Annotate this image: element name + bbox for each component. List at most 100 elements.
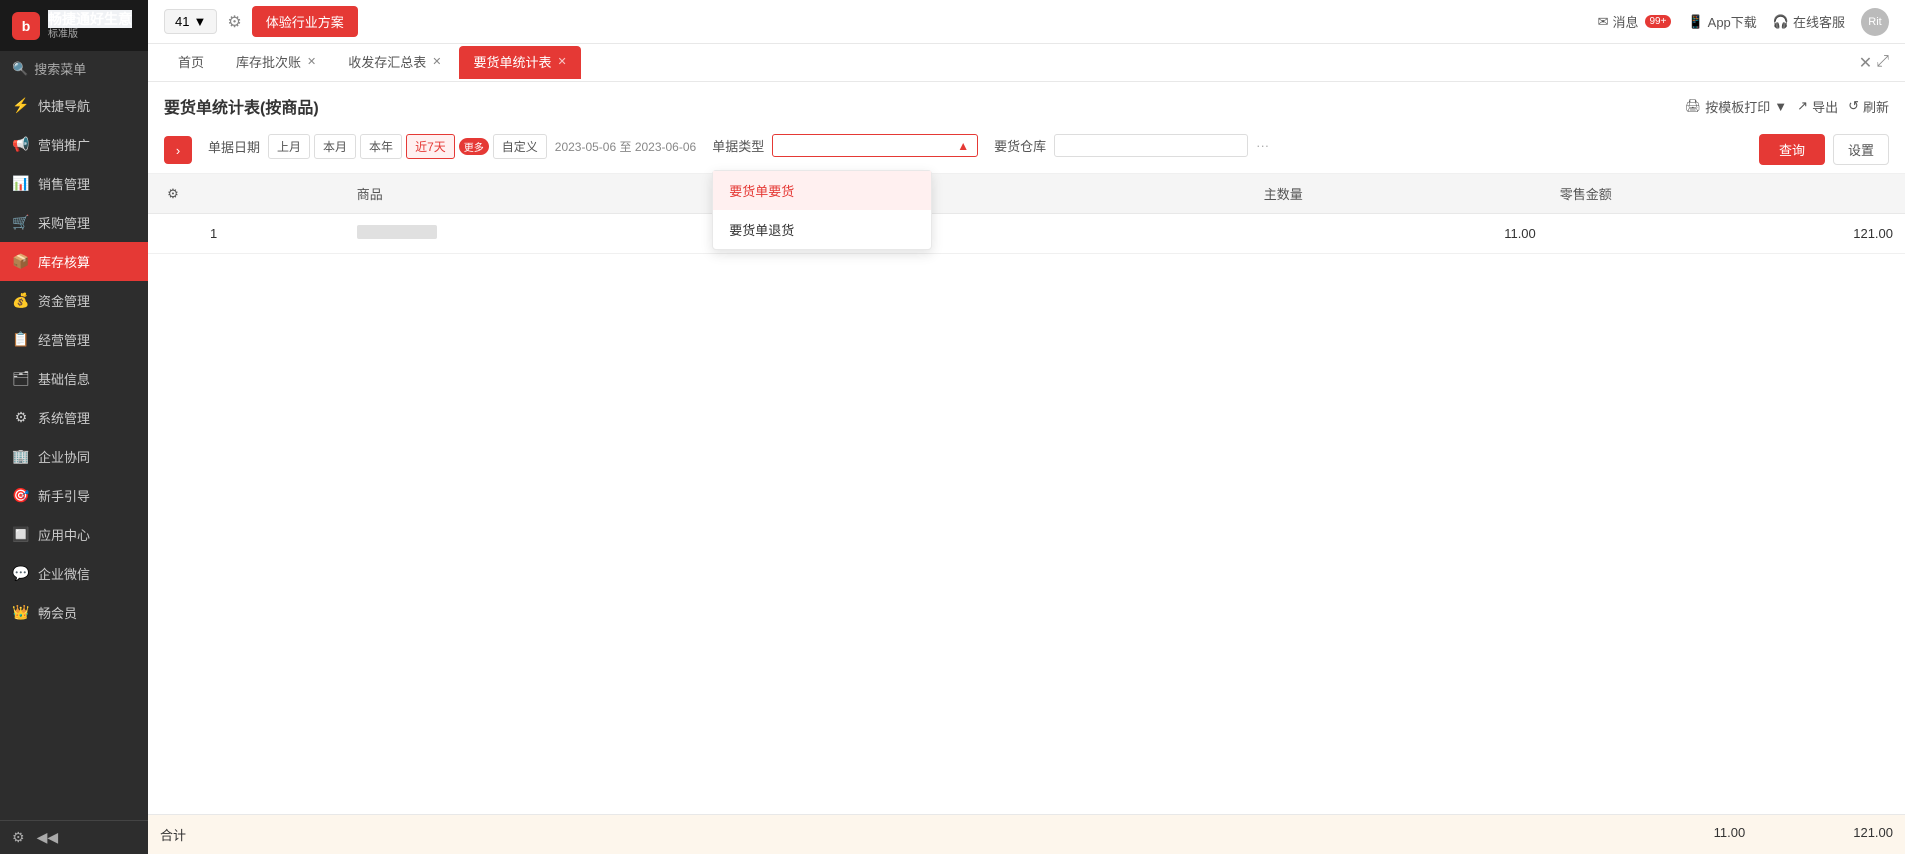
sidebar-item-weixin[interactable]: 💬 企业微信 — [0, 554, 148, 593]
dropdown-item-return[interactable]: 要货单退货 — [713, 210, 931, 249]
type-select-wrap[interactable]: ▲ — [772, 134, 978, 157]
footer-quantity: 11.00 — [1714, 825, 1746, 844]
page-header: 要货单统计表(按商品) 🖨 按模板打印 ▼ ↗ 导出 ↺ 刷新 — [148, 82, 1905, 126]
sidebar-item-member[interactable]: 👑 畅会员 — [0, 593, 148, 632]
warehouse-input-wrap[interactable] — [1054, 134, 1248, 157]
purchase-icon: 🛒 — [12, 214, 30, 231]
sidebar-item-purchase[interactable]: 🛒 采购管理 — [0, 203, 148, 242]
sidebar-item-apps[interactable]: 🔲 应用中心 — [0, 515, 148, 554]
print-chevron-icon: ▼ — [1774, 99, 1787, 114]
chevron-up-icon[interactable]: ▲ — [957, 139, 969, 153]
sidebar-item-shortcut[interactable]: ⚡ 快捷导航 — [0, 86, 148, 125]
query-button[interactable]: 查询 — [1759, 134, 1825, 165]
store-selector[interactable]: 41 ▼ — [164, 9, 217, 34]
basic-icon: 🗂 — [12, 370, 30, 387]
date-filter-group: 单据日期 上月 本月 本年 近7天 更多 自定义 2023-05-06 至 20… — [208, 134, 696, 159]
row-amount-cell: 121.00 — [1548, 214, 1905, 254]
sales-icon: 📊 — [12, 175, 30, 192]
avatar[interactable]: Rit — [1861, 8, 1889, 36]
date-range-display: 2023-05-06 至 2023-06-06 — [555, 138, 696, 155]
system-icon: ⚙ — [12, 409, 30, 426]
filter-expand-btn[interactable]: › — [164, 136, 192, 164]
close-tab-order-stats[interactable]: ✕ — [558, 55, 567, 68]
tab-home[interactable]: 首页 — [164, 46, 218, 79]
store-number: 41 — [175, 14, 189, 29]
main-content: 41 ▼ ⚙ 体验行业方案 ✉ 消息 99+ 📱 App下载 🎧 在线客服 Ri… — [148, 0, 1905, 854]
tab-order-stats[interactable]: 要货单统计表 ✕ — [459, 46, 580, 79]
sidebar-item-finance[interactable]: 💰 资金管理 — [0, 281, 148, 320]
sidebar-item-sales[interactable]: 📊 销售管理 — [0, 164, 148, 203]
date-btn-7days[interactable]: 近7天 — [406, 134, 455, 159]
brand-name: 畅捷通好生意 — [48, 10, 132, 28]
close-tab-inventory-batch[interactable]: ✕ — [307, 55, 316, 68]
sidebar-item-system[interactable]: ⚙ 系统管理 — [0, 398, 148, 437]
page-title: 要货单统计表(按商品) — [164, 94, 319, 118]
footer-spacer — [210, 825, 1690, 844]
date-btn-custom[interactable]: 自定义 — [493, 134, 547, 159]
logo-icon: b — [12, 12, 40, 40]
refresh-icon: ↺ — [1848, 98, 1859, 114]
headset-icon: 🎧 — [1773, 14, 1789, 30]
sidebar-logo: b 畅捷通好生意 标准版 — [0, 0, 148, 51]
type-filter-label: 单据类型 — [712, 136, 764, 155]
enterprise-icon: 🏢 — [12, 448, 30, 465]
row-settings-cell — [148, 214, 198, 254]
dropdown-item-order[interactable]: 要货单要货 — [713, 171, 931, 210]
chevron-down-icon: ▼ — [193, 14, 206, 29]
print-icon: 🖨 — [1685, 98, 1702, 114]
marketing-icon: 📢 — [12, 136, 30, 153]
tab-inventory-batch[interactable]: 库存批次账 ✕ — [222, 46, 330, 79]
sidebar-search[interactable]: 🔍 搜索菜单 — [0, 51, 148, 86]
table-row: 1 块 11.00 121.00 — [148, 214, 1905, 254]
sidebar-item-enterprise[interactable]: 🏢 企业协同 — [0, 437, 148, 476]
support-btn[interactable]: 🎧 在线客服 — [1773, 12, 1845, 31]
sidebar-item-basic[interactable]: 🗂 基础信息 — [0, 359, 148, 398]
trial-button[interactable]: 体验行业方案 — [252, 6, 358, 37]
table-index-header — [198, 174, 345, 214]
type-select-input[interactable] — [781, 138, 957, 153]
warehouse-input[interactable] — [1063, 138, 1239, 153]
operations-icon: 📋 — [12, 331, 30, 348]
settings-button[interactable]: 设置 — [1833, 134, 1889, 165]
table-quantity-header: 主数量 — [1252, 174, 1548, 214]
sidebar-item-guide[interactable]: 🎯 新手引导 — [0, 476, 148, 515]
tab-expand-icon[interactable]: ⤢ — [1876, 53, 1889, 73]
collapse-icon[interactable]: ◀◀ — [37, 829, 59, 846]
inventory-icon: 📦 — [12, 253, 30, 270]
messages-btn[interactable]: ✉ 消息 99+ — [1598, 12, 1672, 31]
table-settings-header[interactable]: ⚙ — [148, 174, 198, 214]
settings-icon[interactable]: ⚙ — [12, 829, 25, 846]
date-btn-this-year[interactable]: 本年 — [360, 134, 402, 159]
message-badge: 99+ — [1645, 15, 1672, 28]
date-btn-last-month[interactable]: 上月 — [268, 134, 310, 159]
sidebar-bottom: ⚙ ◀◀ — [0, 820, 148, 854]
app-download-btn[interactable]: 📱 App下载 — [1687, 12, 1756, 31]
search-icon: 🔍 — [12, 61, 28, 77]
data-table: ⚙ 商品 主计量单位 主数量 零售金额 1 — [148, 174, 1905, 254]
type-filter-group: 单据类型 ▲ 要货单要货 要货单退货 — [712, 134, 978, 157]
shortcut-icon: ⚡ — [12, 97, 30, 114]
filter-actions: 查询 设置 — [1759, 134, 1889, 165]
header-settings-icon[interactable]: ⚙ — [227, 12, 241, 32]
print-btn[interactable]: 🖨 按模板打印 ▼ — [1685, 97, 1787, 116]
sidebar-nav: ⚡ 快捷导航 📢 营销推广 📊 销售管理 🛒 采购管理 📦 库存核算 💰 资金管… — [0, 86, 148, 820]
guide-icon: 🎯 — [12, 487, 30, 504]
more-options-icon[interactable]: ··· — [1256, 138, 1269, 153]
date-btn-this-month[interactable]: 本月 — [314, 134, 356, 159]
tab-close-all-icon[interactable]: ✕ — [1859, 53, 1872, 73]
export-icon: ↗ — [1797, 98, 1808, 114]
sidebar-item-operations[interactable]: 📋 经营管理 — [0, 320, 148, 359]
member-icon: 👑 — [12, 604, 30, 621]
export-btn[interactable]: ↗ 导出 — [1797, 97, 1838, 116]
footer-label: 合计 — [160, 825, 186, 844]
weixin-icon: 💬 — [12, 565, 30, 582]
sidebar-item-marketing[interactable]: 📢 营销推广 — [0, 125, 148, 164]
tab-receivable[interactable]: 收发存汇总表 ✕ — [334, 46, 455, 79]
close-tab-receivable[interactable]: ✕ — [432, 55, 441, 68]
top-header: 41 ▼ ⚙ 体验行业方案 ✉ 消息 99+ 📱 App下载 🎧 在线客服 Ri… — [148, 0, 1905, 44]
date-more-badge[interactable]: 更多 — [459, 138, 489, 155]
sidebar-item-inventory[interactable]: 📦 库存核算 — [0, 242, 148, 281]
refresh-btn[interactable]: ↺ 刷新 — [1848, 97, 1889, 116]
row-quantity-cell: 11.00 — [1252, 214, 1548, 254]
row-index-cell: 1 — [198, 214, 345, 254]
